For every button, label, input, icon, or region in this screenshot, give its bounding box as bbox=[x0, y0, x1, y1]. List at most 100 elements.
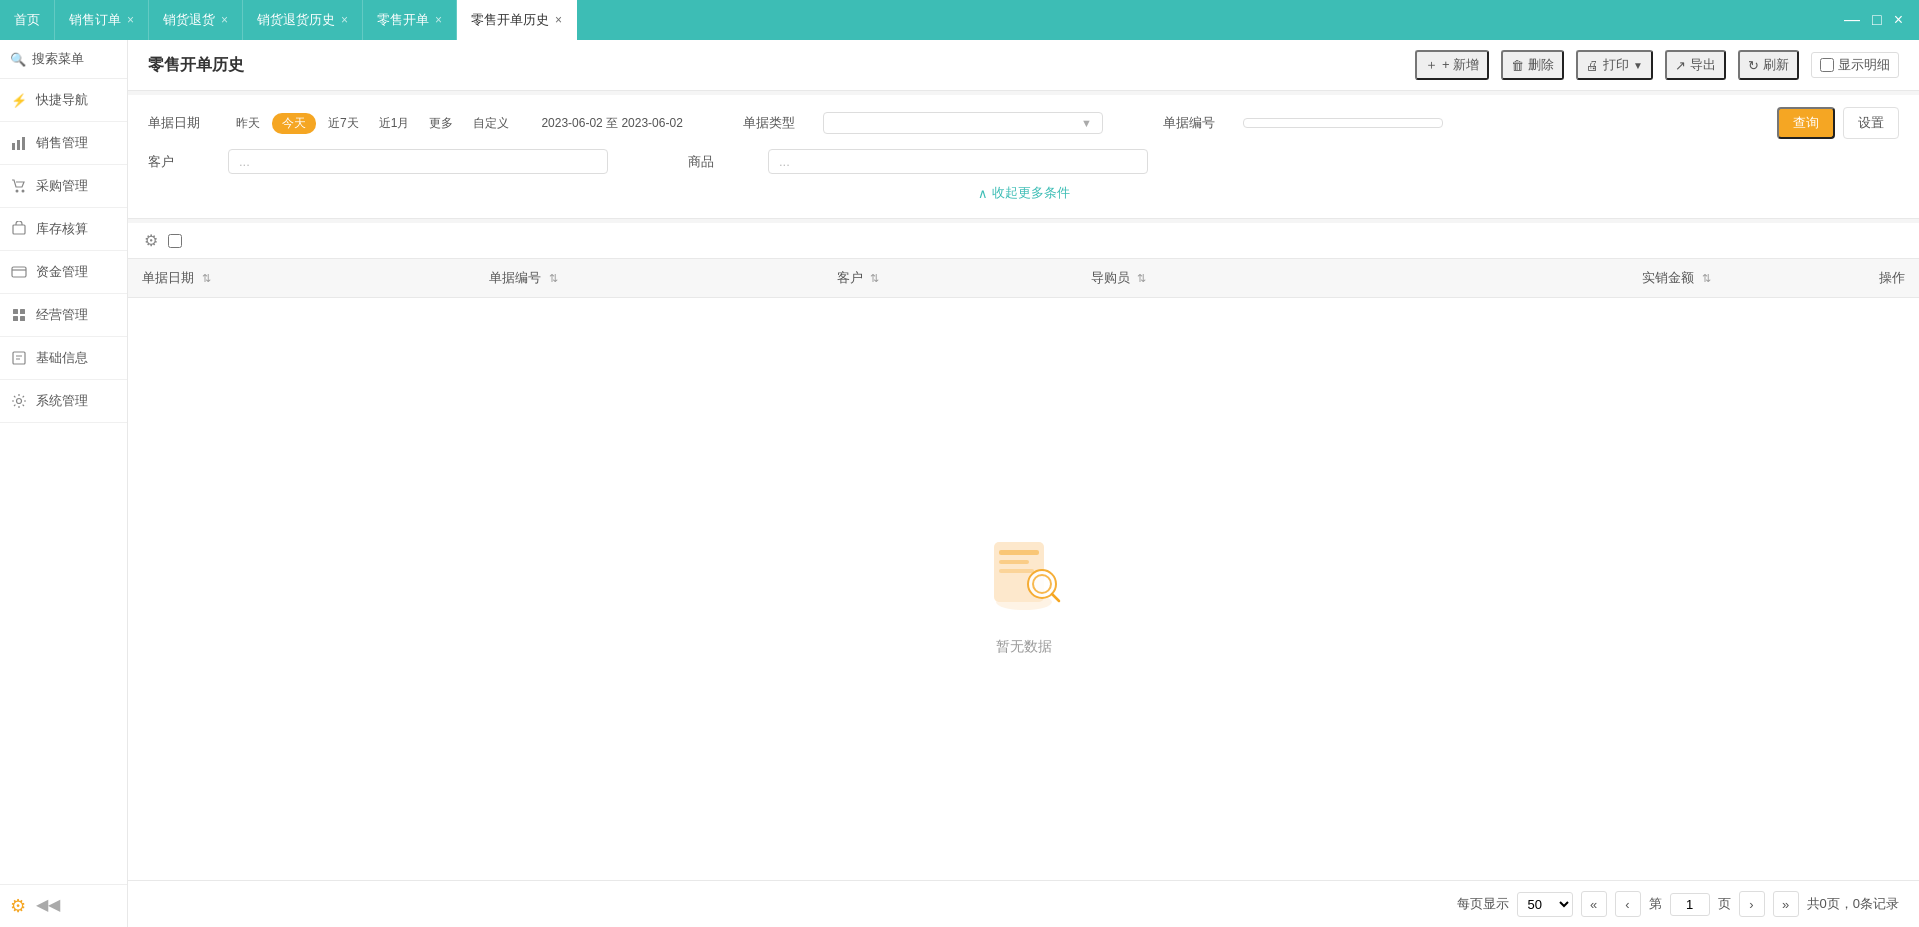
svg-rect-0 bbox=[12, 143, 15, 150]
page-title: 零售开单历史 bbox=[148, 55, 244, 76]
close-tab-sales-return[interactable]: × bbox=[221, 13, 228, 27]
per-page-select[interactable]: 50 10 20 100 bbox=[1517, 892, 1573, 917]
col-actual-amount[interactable]: 实销金额 ⇅ bbox=[1377, 259, 1724, 298]
print-icon: 🖨 bbox=[1586, 58, 1599, 73]
table-area: ⚙ 单据日期 ⇅ 单据编号 ⇅ 客户 bbox=[128, 223, 1919, 880]
date-btn-custom[interactable]: 自定义 bbox=[465, 113, 517, 134]
date-btn-more[interactable]: 更多 bbox=[421, 113, 461, 134]
export-button[interactable]: ↗ 导出 bbox=[1665, 50, 1726, 80]
page-header: 零售开单历史 ＋ + 新增 🗑 删除 🖨 打印 ▼ ↗ 导出 bbox=[128, 40, 1919, 91]
svg-rect-11 bbox=[13, 352, 25, 364]
sidebar-item-finance[interactable]: 资金管理 bbox=[0, 251, 127, 294]
sidebar-collapse-icon[interactable]: ◀◀ bbox=[36, 895, 60, 917]
svg-point-12 bbox=[17, 399, 22, 404]
tab-sales-return-history[interactable]: 销货退货历史 × bbox=[243, 0, 363, 40]
customer-placeholder: ... bbox=[239, 154, 250, 169]
query-button[interactable]: 查询 bbox=[1777, 107, 1835, 139]
table-toolbar: ⚙ bbox=[128, 223, 1919, 259]
sidebar-item-quick-nav[interactable]: ⚡ 快捷导航 bbox=[0, 79, 127, 122]
tab-retail-open[interactable]: 零售开单 × bbox=[363, 0, 457, 40]
date-btn-yesterday[interactable]: 昨天 bbox=[228, 113, 268, 134]
sidebar-search[interactable]: 🔍 搜索菜单 bbox=[0, 40, 127, 79]
sidebar-item-sys-mgmt[interactable]: 系统管理 bbox=[0, 380, 127, 423]
type-select[interactable]: ▼ bbox=[823, 112, 1103, 134]
table-gear-icon[interactable]: ⚙ bbox=[144, 231, 158, 250]
sidebar-item-purchase-mgmt[interactable]: 采购管理 bbox=[0, 165, 127, 208]
empty-state: 暂无数据 bbox=[128, 298, 1919, 880]
first-page-btn[interactable]: « bbox=[1581, 891, 1607, 917]
sidebar-settings-icon[interactable]: ⚙ bbox=[10, 895, 26, 917]
collapse-more-btn[interactable]: ∧ 收起更多条件 bbox=[978, 184, 1070, 202]
collapse-icon: ∧ bbox=[978, 186, 988, 201]
empty-text: 暂无数据 bbox=[996, 638, 1052, 656]
order-no-input[interactable] bbox=[1243, 118, 1443, 128]
main-layout: 🔍 搜索菜单 ⚡ 快捷导航 销售管理 采购管理 库存核算 bbox=[0, 40, 1919, 927]
svg-rect-8 bbox=[20, 309, 25, 314]
page-number-input[interactable] bbox=[1670, 893, 1710, 916]
tab-sales-return[interactable]: 销货退货 × bbox=[149, 0, 243, 40]
window-min-btn[interactable]: — bbox=[1844, 11, 1860, 29]
order-no-label: 单据编号 bbox=[1163, 114, 1223, 132]
svg-point-4 bbox=[22, 190, 25, 193]
print-button[interactable]: 🖨 打印 ▼ bbox=[1576, 50, 1653, 80]
window-restore-btn[interactable]: □ bbox=[1872, 11, 1882, 29]
tab-sales-order[interactable]: 销售订单 × bbox=[55, 0, 149, 40]
product-input[interactable]: ... bbox=[768, 149, 1148, 174]
date-btn-last7[interactable]: 近7天 bbox=[320, 113, 367, 134]
print-dropdown-icon: ▼ bbox=[1633, 60, 1643, 71]
last-page-btn[interactable]: » bbox=[1773, 891, 1799, 917]
svg-rect-2 bbox=[22, 137, 25, 150]
window-close-btn[interactable]: × bbox=[1894, 11, 1903, 29]
empty-icon bbox=[974, 522, 1074, 622]
display-detail-toggle[interactable]: 显示明细 bbox=[1811, 52, 1899, 78]
col-customer[interactable]: 客户 ⇅ bbox=[823, 259, 1077, 298]
type-label: 单据类型 bbox=[743, 114, 803, 132]
search-icon: 🔍 bbox=[10, 52, 26, 67]
delete-button[interactable]: 🗑 删除 bbox=[1501, 50, 1564, 80]
purchase-mgmt-icon bbox=[10, 177, 28, 195]
refresh-button[interactable]: ↻ 刷新 bbox=[1738, 50, 1799, 80]
date-btn-today[interactable]: 今天 bbox=[272, 113, 316, 134]
col-date[interactable]: 单据日期 ⇅ bbox=[128, 259, 475, 298]
select-all-checkbox[interactable] bbox=[168, 234, 182, 248]
tab-retail-open-history[interactable]: 零售开单历史 × bbox=[457, 0, 577, 40]
svg-rect-10 bbox=[20, 316, 25, 321]
sort-date-icon: ⇅ bbox=[202, 272, 211, 284]
top-bar: 首页 销售订单 × 销货退货 × 销货退货历史 × 零售开单 × 零售开单历史 … bbox=[0, 0, 1919, 40]
prev-page-btn[interactable]: ‹ bbox=[1615, 891, 1641, 917]
tab-home[interactable]: 首页 bbox=[0, 0, 55, 40]
customer-input[interactable]: ... bbox=[228, 149, 608, 174]
sidebar-item-base-info[interactable]: 基础信息 bbox=[0, 337, 127, 380]
pagination: 每页显示 50 10 20 100 « ‹ 第 页 › » 共0页，0条记录 bbox=[128, 880, 1919, 927]
svg-rect-6 bbox=[12, 267, 26, 277]
col-salesperson[interactable]: 导购员 ⇅ bbox=[1077, 259, 1378, 298]
operations-icon bbox=[10, 306, 28, 324]
close-tab-retail-open[interactable]: × bbox=[435, 13, 442, 27]
display-detail-checkbox[interactable] bbox=[1820, 58, 1834, 72]
svg-line-20 bbox=[1052, 594, 1059, 601]
close-tab-sales-order[interactable]: × bbox=[127, 13, 134, 27]
close-tab-retail-open-history[interactable]: × bbox=[555, 13, 562, 27]
svg-point-3 bbox=[16, 190, 19, 193]
sidebar-item-operations[interactable]: 经营管理 bbox=[0, 294, 127, 337]
col-order-no[interactable]: 单据编号 ⇅ bbox=[475, 259, 822, 298]
add-button[interactable]: ＋ + 新增 bbox=[1415, 50, 1489, 80]
sort-order-no-icon: ⇅ bbox=[549, 272, 558, 284]
plus-icon: ＋ bbox=[1425, 56, 1438, 74]
date-btn-last1m[interactable]: 近1月 bbox=[371, 113, 418, 134]
sidebar-item-sales-mgmt[interactable]: 销售管理 bbox=[0, 122, 127, 165]
filter-area: 单据日期 昨天 今天 近7天 近1月 更多 自定义 2023-06-02 至 2… bbox=[128, 95, 1919, 219]
sort-customer-icon: ⇅ bbox=[870, 272, 879, 284]
page-unit: 页 bbox=[1718, 895, 1731, 913]
sidebar-item-inventory[interactable]: 库存核算 bbox=[0, 208, 127, 251]
refresh-icon: ↻ bbox=[1748, 58, 1759, 73]
page-label: 第 bbox=[1649, 895, 1662, 913]
settings-button[interactable]: 设置 bbox=[1843, 107, 1899, 139]
export-icon: ↗ bbox=[1675, 58, 1686, 73]
sales-mgmt-icon bbox=[10, 134, 28, 152]
type-dropdown-icon: ▼ bbox=[1081, 117, 1092, 129]
next-page-btn[interactable]: › bbox=[1739, 891, 1765, 917]
close-tab-sales-return-history[interactable]: × bbox=[341, 13, 348, 27]
col-operation: 操作 bbox=[1725, 259, 1919, 298]
sort-amount-icon: ⇅ bbox=[1702, 272, 1711, 284]
